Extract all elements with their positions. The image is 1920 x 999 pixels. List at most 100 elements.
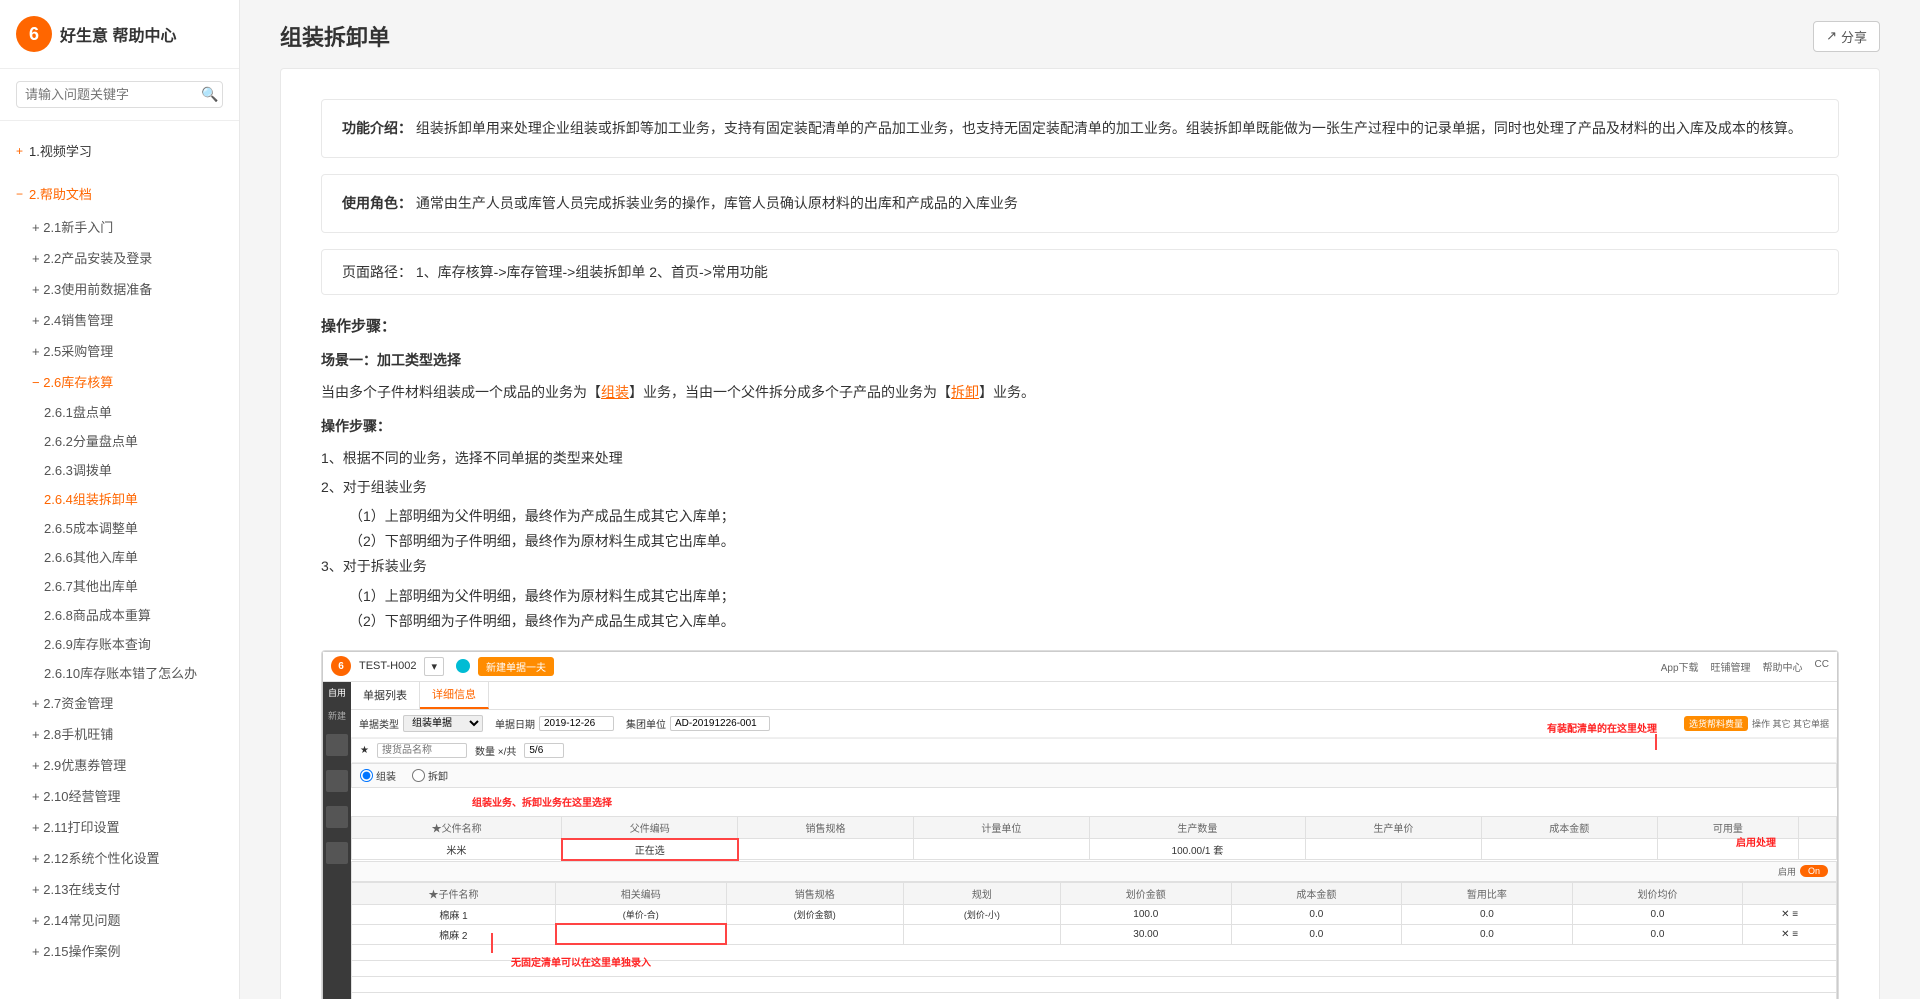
th-produce-qty: 生产数量 xyxy=(1089,816,1305,839)
search-input[interactable] xyxy=(25,87,201,102)
th-child-avg: 划价均价 xyxy=(1572,882,1743,904)
app-main-area: 单据列表 详细信息 单据类型 组装单据 拆卸单据 xyxy=(351,682,1837,999)
sidebar-item-2-6-5[interactable]: 2.6.5成本调整单 xyxy=(0,513,239,542)
app-layout: 自用 新建 单据列表 详细信息 xyxy=(323,682,1837,999)
app-topbar-icons: App下载 旺铺管理 帮助中心 CC xyxy=(1661,659,1829,674)
td-child-act-1: ✕ ≡ xyxy=(1743,904,1837,924)
plus-icon: + xyxy=(32,789,43,804)
sidebar-item-2-4[interactable]: + 2.4销售管理 xyxy=(0,304,239,335)
on-badge: On xyxy=(1800,865,1828,877)
radio-disassemble[interactable]: 拆卸 xyxy=(412,768,448,783)
nav-list: + 1.视频学习 − 2.帮助文档 + 2.1新手入门 + 2.2产品安装及登录… xyxy=(0,121,239,999)
step-3-2: （2）下部明细为子件明细，最终作为产成品生成其它入库单。 xyxy=(321,609,1839,634)
td-child-code-1: (单价-合) xyxy=(556,904,727,924)
plus-icon: + xyxy=(32,251,43,266)
minus-icon: − xyxy=(16,187,23,201)
step-2-1: （1）上部明细为父件明细，最终作为产成品生成其它入库单； xyxy=(321,504,1839,529)
app-dropdown[interactable]: ▾ xyxy=(424,657,444,676)
search-icon[interactable]: 🔍 xyxy=(201,86,218,103)
tab-detail[interactable]: 详细信息 xyxy=(420,682,489,709)
table-row: 棉麻 2 30.00 0.0 0.0 0.0 xyxy=(352,924,1837,944)
th-child-code: 相关编码 xyxy=(556,882,727,904)
td-child-avg-2: 0.0 xyxy=(1572,924,1743,944)
td-child-cost-1: 0.0 xyxy=(1231,904,1402,924)
form-field-group: 集团单位 xyxy=(626,716,770,731)
sidebar-label-video: 1.视频学习 xyxy=(29,141,92,160)
parent-search-input[interactable] xyxy=(377,743,467,758)
share-icon: ↗ xyxy=(1826,28,1837,44)
role-label: 使用角色： xyxy=(342,195,412,211)
sidebar-item-2-13[interactable]: + 2.13在线支付 xyxy=(0,873,239,904)
table-row: 棉麻 1 (单价-合) (划价金额) (划价-小) 100.0 0.0 0.0 … xyxy=(352,904,1837,924)
sidebar-item-2-11[interactable]: + 2.11打印设置 xyxy=(0,811,239,842)
sidebar-item-2-7[interactable]: + 2.7资金管理 xyxy=(0,687,239,718)
sidebar-item-docs[interactable]: − 2.帮助文档 xyxy=(0,176,239,211)
sidebar-item-2-15[interactable]: + 2.15操作案例 xyxy=(0,935,239,966)
app-store-label: 旺铺管理 xyxy=(1711,659,1751,674)
sidebar-item-2-6-4[interactable]: 2.6.4组装拆卸单 xyxy=(0,484,239,513)
annotation-text-4: 无固定清单可以在这里单独录入 xyxy=(511,954,651,969)
td-child-cost-2: 0.0 xyxy=(1231,924,1402,944)
sidebar-item-2-2[interactable]: + 2.2产品安装及登录 xyxy=(0,242,239,273)
th-child-act xyxy=(1743,882,1837,904)
form-field-date: 单据日期 xyxy=(495,716,614,731)
form-group-input[interactable] xyxy=(670,716,770,731)
sidebar-item-2-6-9[interactable]: 2.6.9库存账本查询 xyxy=(0,629,239,658)
sidebar-item-2-6-3[interactable]: 2.6.3调拨单 xyxy=(0,455,239,484)
td-child-code-2 xyxy=(556,924,727,944)
sidebar-item-2-6-6[interactable]: 2.6.6其他入库单 xyxy=(0,542,239,571)
form-date-input[interactable] xyxy=(539,716,614,731)
td-child-act-2: ✕ ≡ xyxy=(1743,924,1837,944)
sidebar-logo: 6 好生意 帮助中心 xyxy=(0,0,239,69)
form-type-select[interactable]: 组装单据 拆卸单据 xyxy=(403,715,483,732)
sidebar-item-2-6-10[interactable]: 2.6.10库存账本错了怎么办 xyxy=(0,658,239,687)
sidebar-item-2-6-8[interactable]: 2.6.8商品成本重算 xyxy=(0,600,239,629)
app-tabs: 单据列表 详细信息 xyxy=(351,682,1837,710)
new-doc-button[interactable]: 新建单据一夫 xyxy=(478,657,554,676)
sidebar-item-video[interactable]: + 1.视频学习 xyxy=(0,133,239,168)
tab-list[interactable]: 单据列表 xyxy=(351,682,420,709)
sidebar-item-2-8[interactable]: + 2.8手机旺铺 xyxy=(0,718,239,749)
sidebar-item-2-6[interactable]: − 2.6库存核算 xyxy=(0,366,239,397)
sidebar-mini-new: 新建 xyxy=(328,709,346,722)
radio-assemble[interactable]: 组装 xyxy=(360,768,396,783)
td-child-name-2: 棉麻 2 xyxy=(352,924,556,944)
sidebar-item-2-6-2[interactable]: 2.6.2分量盘点单 xyxy=(0,426,239,455)
child-table-section: ★子件名称 相关编码 销售规格 规划 划价金额 成本金额 暂用比率 划价均价 xyxy=(351,882,1837,999)
section-type-row: 组装 拆卸 组装业务、拆卸业务在这里选择 xyxy=(351,763,1837,788)
td-act xyxy=(1799,839,1837,860)
feature-text: 组装拆卸单用来处理企业组装或拆卸等加工业务，支持有固定装配清单的产品加工业务，也… xyxy=(416,120,1802,136)
sidebar-item-2-10[interactable]: + 2.10经营管理 xyxy=(0,780,239,811)
step-1: 1、根据不同的业务，选择不同单据的类型来处理 xyxy=(321,446,1839,471)
plus-icon: + xyxy=(32,344,43,359)
plus-icon: + xyxy=(32,313,43,328)
sidebar-item-2-6-1[interactable]: 2.6.1盘点单 xyxy=(0,397,239,426)
sidebar-item-2-14[interactable]: + 2.14常见问题 xyxy=(0,904,239,935)
sidebar-item-2-6-7[interactable]: 2.6.7其他出库单 xyxy=(0,571,239,600)
qty-label: 数量 ×/共 xyxy=(475,743,516,758)
td-child-amt-1: 100.0 xyxy=(1061,904,1232,924)
ops-section: 操作步骤： 场景一：加工类型选择 当由多个子件材料组装成一个成品的业务为【组装】… xyxy=(321,315,1839,634)
sidebar-item-2-3[interactable]: + 2.3使用前数据准备 xyxy=(0,273,239,304)
qty-input[interactable] xyxy=(524,743,564,758)
role-text: 通常由生产人员或库管人员完成拆装业务的操作，库管人员确认原材料的出库和产成品的入… xyxy=(416,195,1018,211)
share-button[interactable]: ↗ 分享 xyxy=(1813,21,1880,52)
td-child-price-1: (划价-小) xyxy=(903,904,1060,924)
path-label: 页面路径： xyxy=(342,264,412,280)
config-btn[interactable]: 选货帮料费量 xyxy=(1684,716,1748,731)
th-sales-spec: 销售规格 xyxy=(738,816,914,839)
td-unit xyxy=(913,839,1089,860)
sidebar-item-2-1[interactable]: + 2.1新手入门 xyxy=(0,211,239,242)
th-child-spec: 销售规格 xyxy=(726,882,903,904)
th-available: 可用量 xyxy=(1657,816,1798,839)
sidebar-item-2-12[interactable]: + 2.12系统个性化设置 xyxy=(0,842,239,873)
enable-toggle[interactable]: 启用 On xyxy=(1778,865,1828,878)
plus-icon: + xyxy=(32,282,43,297)
plus-icon: + xyxy=(32,882,43,897)
enable-label: 启用 xyxy=(1778,865,1796,878)
share-label: 分享 xyxy=(1841,27,1867,46)
sidebar-item-2-9[interactable]: + 2.9优惠券管理 xyxy=(0,749,239,780)
search-wrapper[interactable]: 🔍 xyxy=(16,81,223,108)
sidebar-item-2-5[interactable]: + 2.5采购管理 xyxy=(0,335,239,366)
td-child-spec-1: (划价金额) xyxy=(726,904,903,924)
